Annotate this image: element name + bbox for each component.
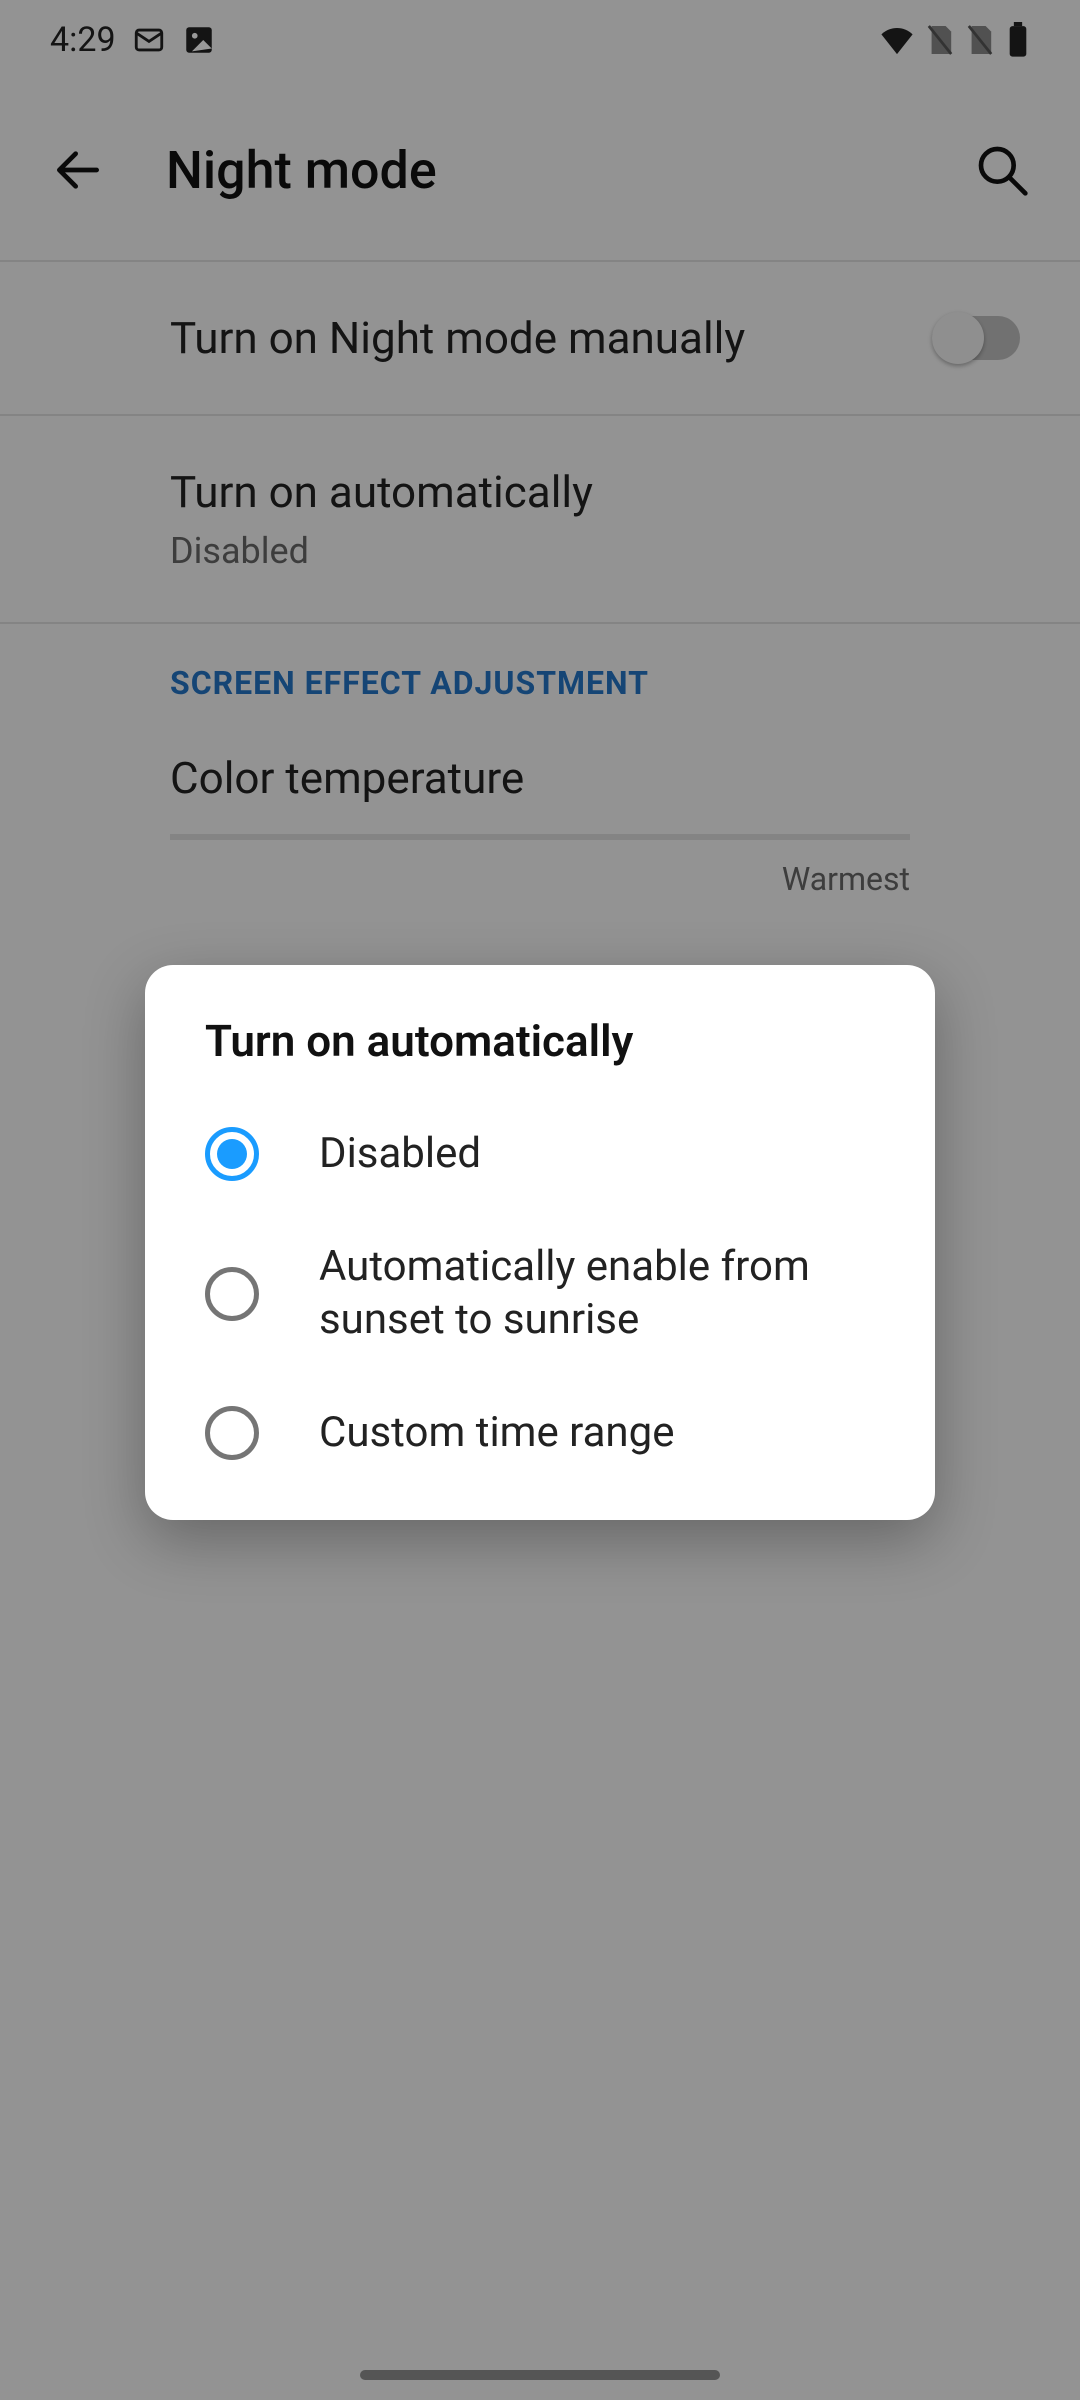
radio-button-selected-icon xyxy=(205,1127,259,1181)
navigation-bar-pill[interactable] xyxy=(360,2370,720,2380)
option-label: Automatically enable from sunset to sunr… xyxy=(319,1241,875,1346)
radio-button-icon xyxy=(205,1267,259,1321)
turn-on-automatically-dialog: Turn on automatically Disabled Automatic… xyxy=(145,965,935,1520)
option-label: Custom time range xyxy=(319,1407,674,1460)
radio-button-icon xyxy=(205,1406,259,1460)
option-label: Disabled xyxy=(319,1128,481,1181)
option-custom-time-range[interactable]: Custom time range xyxy=(145,1376,935,1490)
option-sunset-sunrise[interactable]: Automatically enable from sunset to sunr… xyxy=(145,1211,935,1376)
option-disabled[interactable]: Disabled xyxy=(145,1097,935,1211)
dialog-title: Turn on automatically xyxy=(145,1015,935,1097)
